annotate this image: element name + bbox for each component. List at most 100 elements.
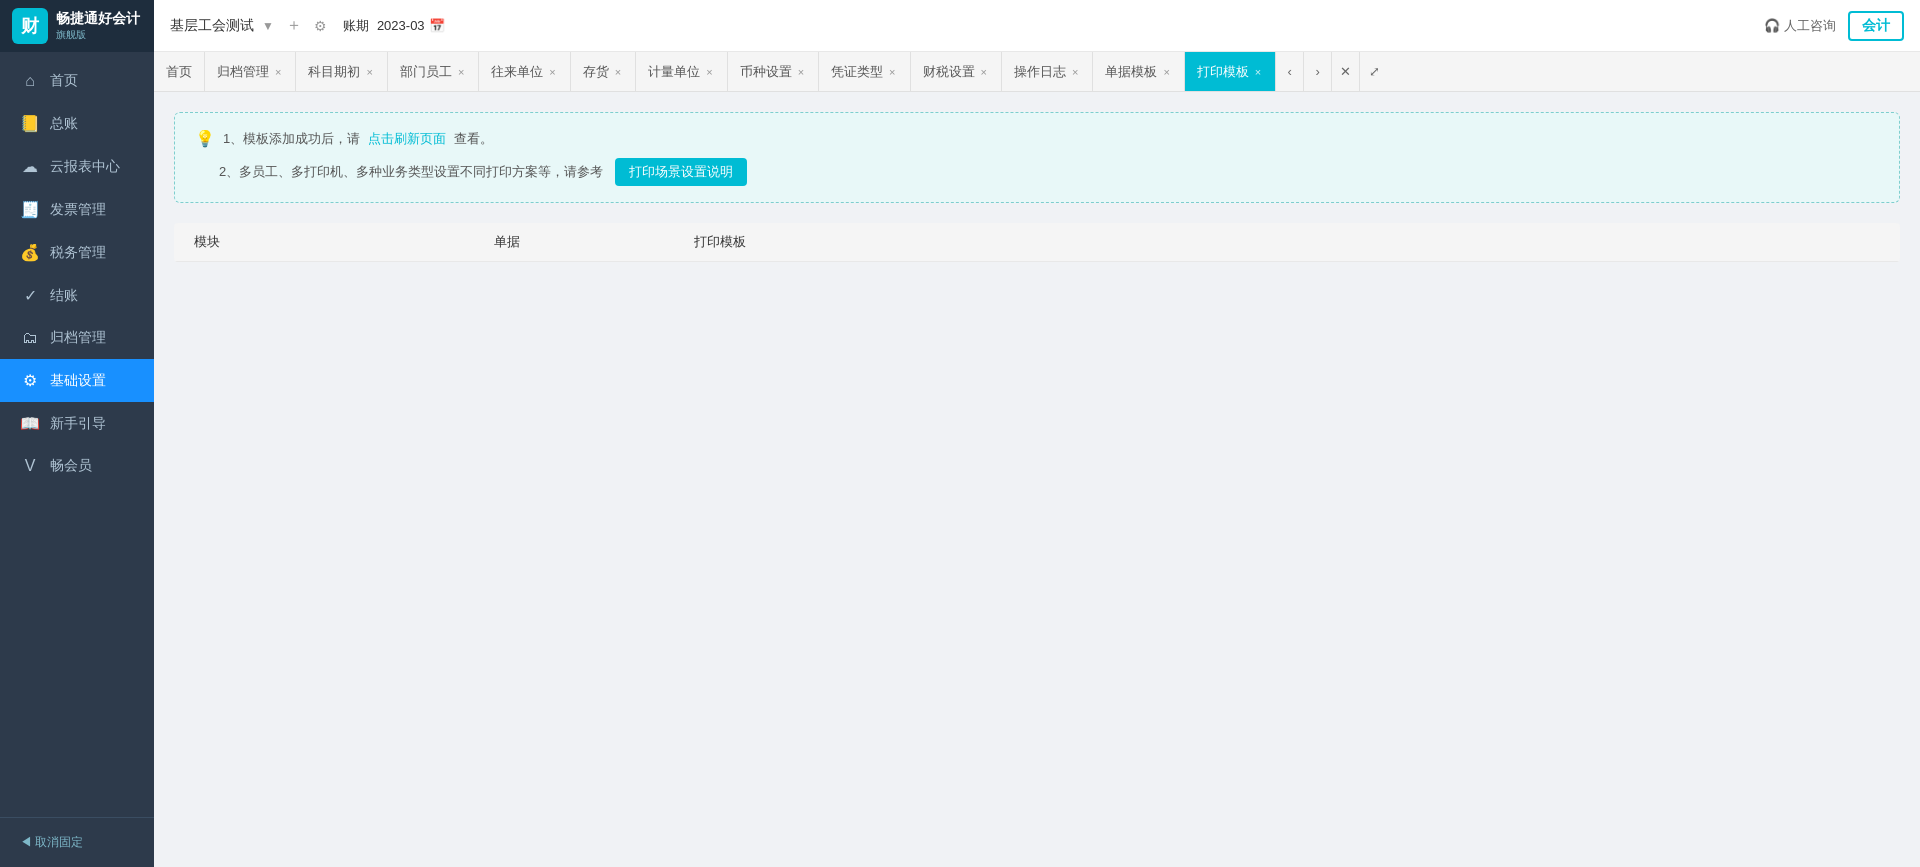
tab-close-unit[interactable]: × (704, 65, 714, 79)
expand-icon: ⤢ (1369, 64, 1380, 79)
logo-subtitle: 旗舰版 (56, 28, 140, 42)
tab-close-all[interactable]: ✕ (1332, 52, 1360, 92)
topbar: 基层工会测试 ▼ ＋ ⚙ 账期 2023-03 📅 🎧 人工咨询 会计 (154, 0, 1920, 52)
tab-inventory[interactable]: 存货 × (571, 52, 636, 92)
sidebar-item-invoice[interactable]: 🧾 发票管理 (0, 188, 154, 231)
tab-close-subject[interactable]: × (364, 65, 374, 79)
tab-expand[interactable]: ⤢ (1360, 52, 1388, 92)
add-company-button[interactable]: ＋ (282, 11, 306, 40)
sidebar-item-settings[interactable]: ⚙基础设置 (0, 359, 154, 402)
sidebar-item-guide[interactable]: 📖新手引导 (0, 402, 154, 445)
info-row-2: 2、多员工、多打印机、多种业务类型设置不同打印方案等，请参考 打印场景设置说明 (195, 158, 1879, 186)
tab-currency[interactable]: 币种设置 × (728, 52, 819, 92)
sidebar: 财 畅捷通好会计 旗舰版 ⌂ 首页 📒总账 ☁ 云报表中心 🧾 发票管理 💰税务管理 ✓ 结账 🗂 归… (0, 0, 154, 867)
tab-close-inventory[interactable]: × (613, 65, 623, 79)
tab-unit[interactable]: 计量单位 × (636, 52, 727, 92)
tab-label-home: 首页 (166, 63, 192, 81)
lightbulb-icon: 💡 (195, 129, 215, 148)
info-row-1: 💡 1、模板添加成功后，请 点击刷新页面 查看。 (195, 129, 1879, 148)
calendar-icon[interactable]: 📅 (429, 18, 445, 33)
reports-icon: ☁ (20, 157, 40, 176)
kuaiji-button[interactable]: 会计 (1848, 11, 1904, 41)
sidebar-label-home: 首页 (50, 72, 78, 90)
archive-icon: 🗂 (20, 329, 40, 347)
tab-dept[interactable]: 部门员工× (388, 52, 479, 92)
chevron-left-icon: ‹ (1288, 64, 1292, 79)
period-value: 2023-03 (377, 18, 425, 33)
tab-close-archive[interactable]: × (273, 65, 283, 79)
tab-label-voucher_template: 单据模板 (1105, 63, 1157, 81)
tab-close-operation_log[interactable]: × (1070, 65, 1080, 79)
settings-icon[interactable]: ⚙ (314, 18, 327, 34)
tab-scroll-left[interactable]: ‹ (1276, 52, 1304, 92)
tab-close-print_template[interactable]: × (1253, 65, 1263, 79)
sidebar-item-home[interactable]: ⌂ 首页 (0, 60, 154, 102)
col-module-header: 模块 (174, 233, 474, 251)
tab-label-archive: 归档管理 (217, 63, 269, 81)
topbar-right: 🎧 人工咨询 会计 (1764, 11, 1904, 41)
sidebar-item-ledger[interactable]: 📒总账 (0, 102, 154, 145)
sidebar-item-close[interactable]: ✓ 结账 (0, 274, 154, 317)
settings-icon: ⚙ (20, 371, 40, 390)
tab-label-currency: 币种设置 (740, 63, 792, 81)
tab-print_template[interactable]: 打印模板 × (1185, 52, 1276, 92)
info-line2-prefix: 2、多员工、多打印机、多种业务类型设置不同打印方案等，请参考 (219, 163, 603, 181)
sidebar-label-archive: 归档管理 (50, 329, 106, 347)
tab-label-voucher_type: 凭证类型 (831, 63, 883, 81)
main-content: 隐藏预置模板设置 💡 1、模板添加成功后，请 点击刷新页面 查看。 2、多员工、… (154, 92, 1920, 867)
logo-text: 畅捷通好会计 旗舰版 (56, 10, 140, 42)
tab-archive[interactable]: 归档管理 × (205, 52, 296, 92)
home-icon: ⌂ (20, 72, 40, 90)
tab-close-currency[interactable]: × (796, 65, 806, 79)
info-line1-suffix: 查看。 (454, 130, 493, 148)
tab-label-unit: 计量单位 (648, 63, 700, 81)
logo: 财 畅捷通好会计 旗舰版 (0, 0, 154, 52)
sidebar-item-member[interactable]: V 畅会员 (0, 445, 154, 487)
tab-partner[interactable]: 往来单位× (479, 52, 570, 92)
service-button[interactable]: 🎧 人工咨询 (1764, 17, 1836, 35)
tab-tax_settings[interactable]: 财税设置× (911, 52, 1002, 92)
service-label: 人工咨询 (1784, 17, 1836, 35)
tab-home[interactable]: 首页 (154, 52, 205, 92)
sidebar-label-tax: 税务管理 (50, 244, 106, 262)
tab-close-tax_settings[interactable]: × (979, 65, 989, 79)
info-box: 💡 1、模板添加成功后，请 点击刷新页面 查看。 2、多员工、多打印机、多种业务… (174, 112, 1900, 203)
sidebar-item-reports[interactable]: ☁ 云报表中心 (0, 145, 154, 188)
tab-voucher_type[interactable]: 凭证类型 × (819, 52, 910, 92)
tab-scroll-right[interactable]: › (1304, 52, 1332, 92)
sidebar-label-close: 结账 (50, 287, 78, 305)
tab-label-subject: 科目期初 (308, 63, 360, 81)
tab-operation_log[interactable]: 操作日志× (1002, 52, 1093, 92)
col-template-header: 打印模板 (674, 233, 1900, 251)
tab-close-voucher_type[interactable]: × (887, 65, 897, 79)
headset-icon: 🎧 (1764, 18, 1780, 33)
refresh-link[interactable]: 点击刷新页面 (368, 130, 446, 148)
tab-close-voucher_template[interactable]: × (1161, 65, 1171, 79)
tab-subject[interactable]: 科目期初 × (296, 52, 387, 92)
tab-label-inventory: 存货 (583, 63, 609, 81)
sidebar-nav: ⌂ 首页 📒总账 ☁ 云报表中心 🧾 发票管理 💰税务管理 ✓ 结账 🗂 归档管理 ⚙基础设置📖新手引导… (0, 52, 154, 817)
unpin-button[interactable]: ◀ 取消固定 (0, 817, 154, 867)
tab-close-partner[interactable]: × (547, 65, 557, 79)
invoice-icon: 🧾 (20, 200, 40, 219)
sidebar-label-member: 畅会员 (50, 457, 92, 475)
sidebar-label-invoice: 发票管理 (50, 201, 106, 219)
company-dropdown[interactable]: ▼ (262, 19, 274, 33)
sidebar-item-tax[interactable]: 💰税务管理 (0, 231, 154, 274)
tabbar: 首页归档管理×科目期初×部门员工×往来单位×存货×计量单位×币种设置×凭证类型×… (154, 52, 1920, 92)
guide-icon: 📖 (20, 414, 40, 433)
close-all-icon: ✕ (1340, 64, 1351, 79)
chevron-right-icon: › (1316, 64, 1320, 79)
tab-voucher_template[interactable]: 单据模板 × (1093, 52, 1184, 92)
table-header: 模块 单据 打印模板 (174, 223, 1900, 262)
close-icon: ✓ (20, 286, 40, 305)
sidebar-label-ledger: 总账 (50, 115, 78, 133)
sidebar-item-archive[interactable]: 🗂 归档管理 (0, 317, 154, 359)
sidebar-label-reports: 云报表中心 (50, 158, 120, 176)
print-scene-button[interactable]: 打印场景设置说明 (615, 158, 747, 186)
col-voucher-header: 单据 (474, 233, 674, 251)
tab-close-dept[interactable]: × (456, 65, 466, 79)
tab-label-print_template: 打印模板 (1197, 63, 1249, 81)
member-icon: V (20, 457, 40, 475)
company-name: 基层工会测试 (170, 17, 254, 35)
